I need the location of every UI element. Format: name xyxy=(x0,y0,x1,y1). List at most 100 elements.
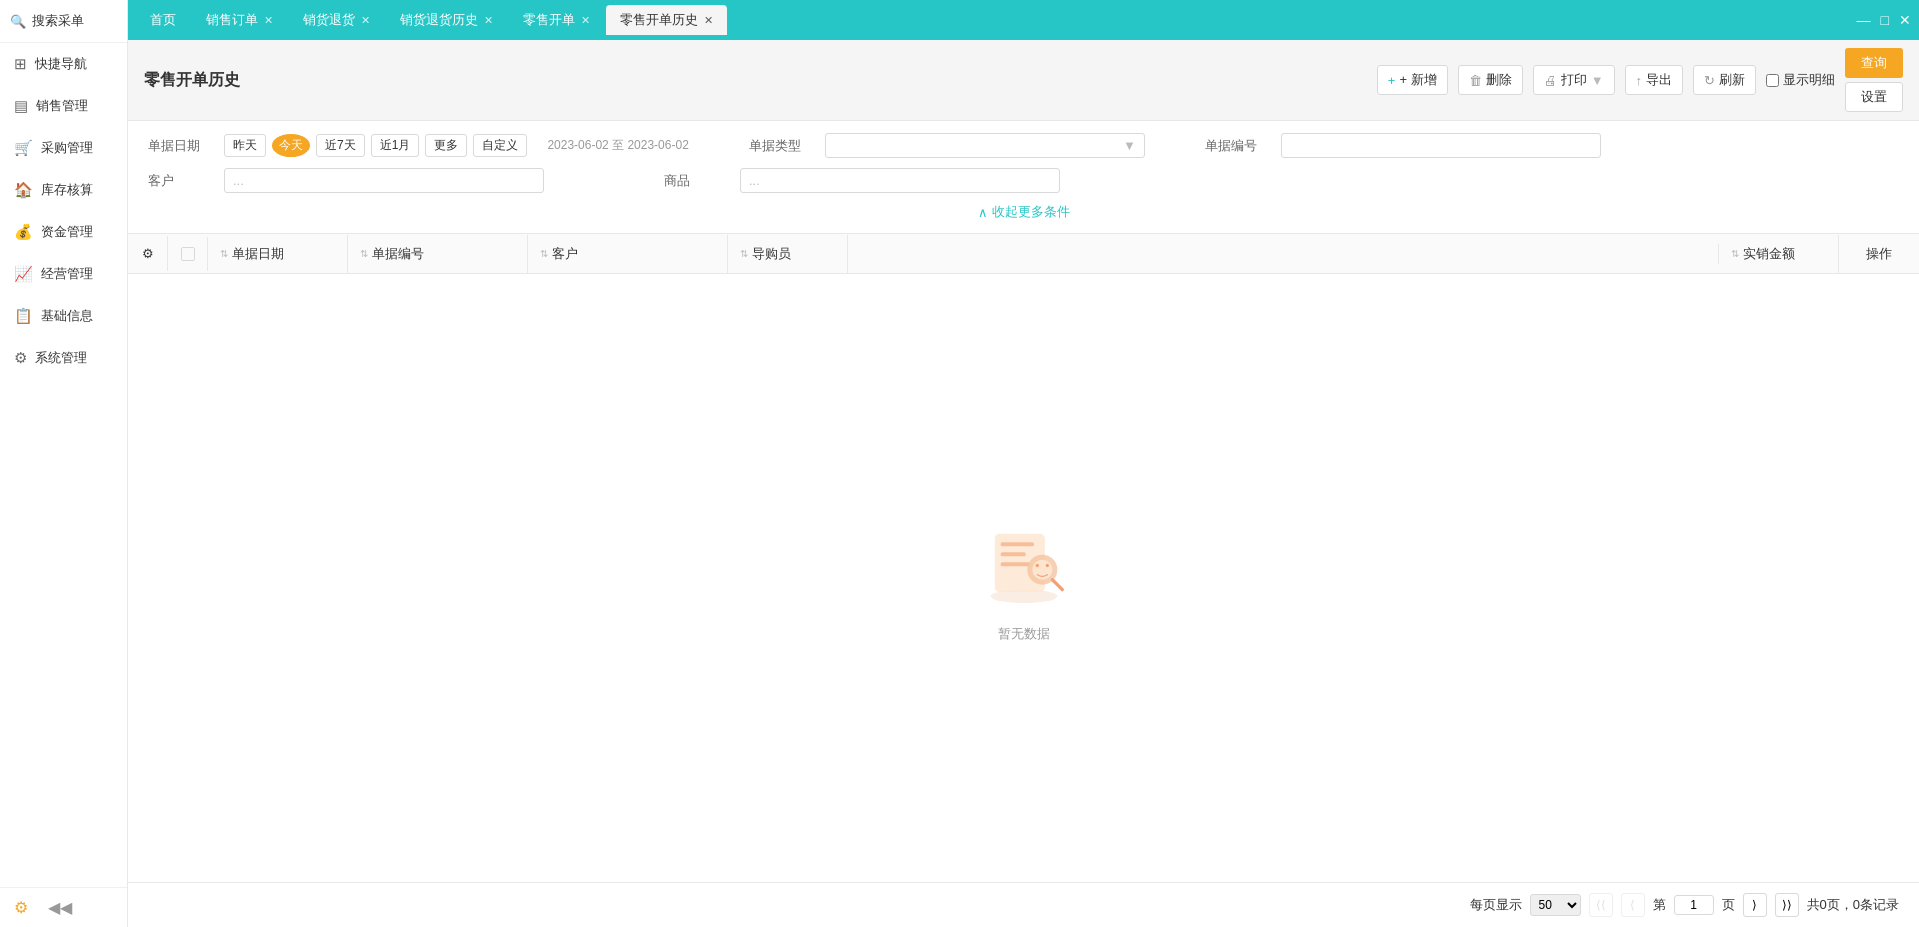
tab-sales-return[interactable]: 销货退货 ✕ xyxy=(289,5,384,35)
tab-sales-return-label: 销货退货 xyxy=(303,11,355,29)
tab-sales-order[interactable]: 销售订单 ✕ xyxy=(192,5,287,35)
th-date[interactable]: ⇅ 单据日期 xyxy=(208,235,348,273)
refresh-button[interactable]: ↻ 刷新 xyxy=(1693,65,1756,95)
refresh-icon: ↻ xyxy=(1704,73,1715,88)
th-spacer xyxy=(848,244,1719,264)
customer-select[interactable]: ... xyxy=(224,168,544,193)
tab-sales-order-label: 销售订单 xyxy=(206,11,258,29)
prev-page-btn[interactable]: ⟨ xyxy=(1621,893,1645,917)
filter-row-1: 单据日期 昨天 今天 近7天 近1月 更多 自定义 2023-06-02 至 2… xyxy=(148,133,1899,158)
sidebar-search-label: 搜索采单 xyxy=(32,12,84,30)
sidebar-item-sales-mgmt[interactable]: ▤ 销售管理 xyxy=(0,85,127,127)
date-7days-btn[interactable]: 近7天 xyxy=(316,134,365,157)
sidebar-item-operation[interactable]: 📈 经营管理 xyxy=(0,253,127,295)
th-amount[interactable]: ⇅ 实销金额 xyxy=(1719,235,1839,273)
display-detail-checkbox[interactable] xyxy=(1766,74,1779,87)
toolbar-actions: + + 新增 🗑 删除 🖨 打印 ▼ ↑ 导出 ↻ 刷新 显示 xyxy=(1377,48,1903,112)
date-more-btn[interactable]: 更多 xyxy=(425,134,467,157)
print-label: 打印 xyxy=(1561,71,1587,89)
product-label: 商品 xyxy=(664,172,720,190)
sidebar-search[interactable]: 🔍 搜索采单 xyxy=(0,0,127,43)
tab-retail-history-close[interactable]: ✕ xyxy=(704,14,713,27)
th-settings[interactable]: ⚙ xyxy=(128,236,168,271)
window-maximize[interactable]: □ xyxy=(1881,12,1889,28)
add-icon: + xyxy=(1388,73,1396,88)
doc-type-select[interactable]: ▼ xyxy=(825,133,1145,158)
date-1month-btn[interactable]: 近1月 xyxy=(371,134,420,157)
tab-retail-open-close[interactable]: ✕ xyxy=(581,14,590,27)
first-page-btn[interactable]: ⟨⟨ xyxy=(1589,893,1613,917)
query-button[interactable]: 查询 xyxy=(1845,48,1903,78)
export-icon: ↑ xyxy=(1636,73,1643,88)
th-customer[interactable]: ⇅ 客户 xyxy=(528,235,728,273)
collapse-filter-btn[interactable]: ∧ 收起更多条件 xyxy=(148,203,1899,221)
last-page-btn[interactable]: ⟩⟩ xyxy=(1775,893,1799,917)
sidebar-item-inventory[interactable]: 🏠 库存核算 xyxy=(0,169,127,211)
th-no[interactable]: ⇅ 单据编号 xyxy=(348,235,528,273)
tab-home[interactable]: 首页 xyxy=(136,5,190,35)
sidebar-item-label: 基础信息 xyxy=(41,307,93,325)
print-button[interactable]: 🖨 打印 ▼ xyxy=(1533,65,1615,95)
doc-no-input[interactable] xyxy=(1281,133,1601,158)
finance-icon: 💰 xyxy=(14,223,33,241)
sort-icon-customer: ⇅ xyxy=(540,248,548,259)
page-number-input[interactable] xyxy=(1674,895,1714,915)
th-checkbox[interactable] xyxy=(168,237,208,271)
empty-illustration xyxy=(974,513,1074,613)
collapse-label: 收起更多条件 xyxy=(992,203,1070,221)
product-select[interactable]: ... xyxy=(740,168,1060,193)
tab-bar-right: — □ ✕ xyxy=(1857,12,1911,28)
filter-area: 单据日期 昨天 今天 近7天 近1月 更多 自定义 2023-06-02 至 2… xyxy=(128,121,1919,234)
tab-sales-order-close[interactable]: ✕ xyxy=(264,14,273,27)
toolbar: 零售开单历史 + + 新增 🗑 删除 🖨 打印 ▼ ↑ 导出 ↻ 刷新 xyxy=(128,40,1919,121)
setting-button[interactable]: 设置 xyxy=(1845,82,1903,112)
date-today-btn[interactable]: 今天 xyxy=(272,134,310,157)
sidebar-item-quick-nav[interactable]: ⊞ 快捷导航 xyxy=(0,43,127,85)
inventory-icon: 🏠 xyxy=(14,181,33,199)
display-detail-toggle[interactable]: 显示明细 xyxy=(1766,71,1835,89)
delete-button[interactable]: 🗑 删除 xyxy=(1458,65,1523,95)
export-label: 导出 xyxy=(1646,71,1672,89)
sidebar-item-finance[interactable]: 💰 资金管理 xyxy=(0,211,127,253)
sort-icon-no: ⇅ xyxy=(360,248,368,259)
window-minimize[interactable]: — xyxy=(1857,12,1871,28)
date-filter-label: 单据日期 xyxy=(148,137,204,155)
date-range-display: 2023-06-02 至 2023-06-02 xyxy=(547,137,688,154)
add-label: + 新增 xyxy=(1399,71,1436,89)
svg-line-7 xyxy=(1052,580,1062,590)
tab-retail-open-label: 零售开单 xyxy=(523,11,575,29)
sidebar-item-sys-mgmt[interactable]: ⚙ 系统管理 xyxy=(0,337,127,379)
export-button[interactable]: ↑ 导出 xyxy=(1625,65,1684,95)
settings-icon[interactable]: ⚙ xyxy=(14,898,28,917)
tab-sales-return-history[interactable]: 销货退货历史 ✕ xyxy=(386,5,507,35)
tab-retail-history[interactable]: 零售开单历史 ✕ xyxy=(606,5,727,35)
page-size-select[interactable]: 10 20 50 100 xyxy=(1530,894,1581,916)
sidebar-item-basic-info[interactable]: 📋 基础信息 xyxy=(0,295,127,337)
sidebar-bottom: ⚙ ◀◀ xyxy=(0,887,127,927)
sidebar-item-purchase-mgmt[interactable]: 🛒 采购管理 xyxy=(0,127,127,169)
sidebar-item-label: 系统管理 xyxy=(35,349,87,367)
print-icon: 🖨 xyxy=(1544,73,1557,88)
th-customer-label: 客户 xyxy=(552,245,578,263)
tab-retail-open[interactable]: 零售开单 ✕ xyxy=(509,5,604,35)
page-title: 零售开单历史 xyxy=(144,70,1367,91)
customer-value: ... xyxy=(233,173,244,188)
add-button[interactable]: + + 新增 xyxy=(1377,65,1448,95)
settings-col-icon: ⚙ xyxy=(142,246,154,261)
sidebar-item-label: 资金管理 xyxy=(41,223,93,241)
tab-sales-return-history-close[interactable]: ✕ xyxy=(484,14,493,27)
next-page-btn[interactable]: ⟩ xyxy=(1743,893,1767,917)
select-all-checkbox[interactable] xyxy=(181,247,195,261)
th-guide[interactable]: ⇅ 导购员 xyxy=(728,235,848,273)
refresh-label: 刷新 xyxy=(1719,71,1745,89)
page-size-label: 每页显示 xyxy=(1470,896,1522,914)
date-yesterday-btn[interactable]: 昨天 xyxy=(224,134,266,157)
table-area: ⚙ ⇅ 单据日期 ⇅ 单据编号 ⇅ 客户 ⇅ 导购员 ⇅ xyxy=(128,234,1919,882)
sys-mgmt-icon: ⚙ xyxy=(14,349,27,367)
window-close[interactable]: ✕ xyxy=(1899,12,1911,28)
tab-sales-return-close[interactable]: ✕ xyxy=(361,14,370,27)
print-dropdown-icon: ▼ xyxy=(1591,73,1604,88)
date-custom-btn[interactable]: 自定义 xyxy=(473,134,527,157)
page-label: 页 xyxy=(1722,896,1735,914)
collapse-sidebar-icon[interactable]: ◀◀ xyxy=(48,898,72,917)
